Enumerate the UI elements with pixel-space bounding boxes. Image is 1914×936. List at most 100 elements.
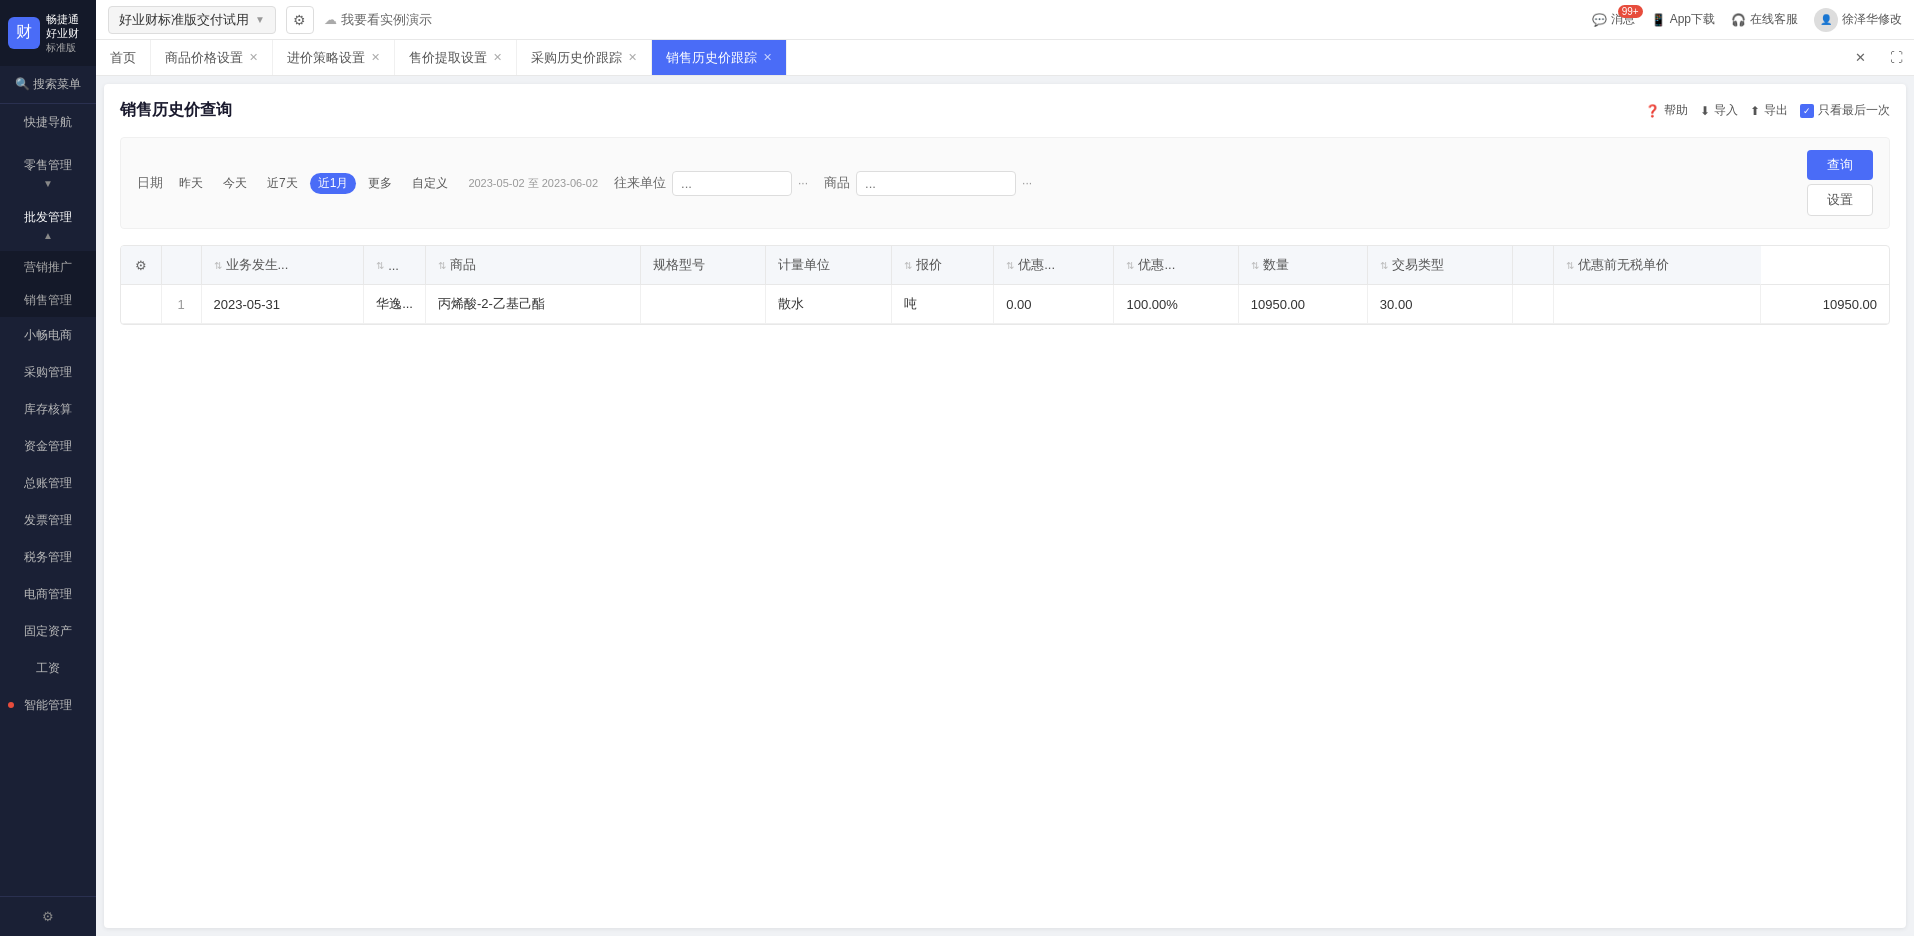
sidebar-item-assets[interactable]: 固定资产 (0, 613, 96, 650)
search-menu[interactable]: 🔍 搜索菜单 (0, 66, 96, 104)
col-pretax-price: ⇅ 优惠前无税单价 (1553, 246, 1761, 285)
app-name: 畅捷通好业财 (46, 12, 88, 41)
cell-quantity: 30.00 (1367, 285, 1512, 324)
sidebar-item-smart[interactable]: 智能管理 (0, 687, 96, 724)
discount-amt-sort-icon[interactable]: ⇅ (1126, 260, 1134, 271)
window-close-button[interactable]: ✕ (1842, 40, 1878, 76)
sidebar: 财 畅捷通好业财 标准版 🔍 搜索菜单 快捷导航 零售管理 ▼ 批发管理 ▲ 营… (0, 0, 96, 936)
import-link[interactable]: ⬇ 导入 (1700, 102, 1738, 119)
wholesale-arrow-icon: ▲ (43, 230, 53, 241)
retail-arrow-icon: ▼ (43, 178, 53, 189)
tab-purchase-strategy[interactable]: 进价策略设置 ✕ (273, 40, 395, 76)
app-logo: 财 畅捷通好业财 标准版 (0, 0, 96, 66)
cell-measure: 吨 (891, 285, 994, 324)
tab-close-purchase-history[interactable]: ✕ (628, 52, 637, 63)
user-profile[interactable]: 👤 徐泽华修改 (1814, 8, 1902, 32)
cell-price: 0.00 (994, 285, 1114, 324)
date-opt-more[interactable]: 更多 (360, 173, 400, 194)
date-opt-last7[interactable]: 近7天 (259, 173, 306, 194)
sidebar-item-wholesale[interactable]: 批发管理 ▲ (0, 199, 96, 251)
version-selector[interactable]: 好业财标准版交付试用 ▼ (108, 6, 276, 34)
date-opt-yesterday[interactable]: 昨天 (171, 173, 211, 194)
username: 徐泽华修改 (1842, 11, 1902, 28)
sort-asc-icon[interactable]: ⇅ (214, 260, 222, 271)
col-spacer (1512, 246, 1553, 285)
date-opt-last1month[interactable]: 近1月 (310, 173, 357, 194)
checkbox-icon: ✓ (1800, 104, 1814, 118)
quantity-sort-icon[interactable]: ⇅ (1251, 260, 1259, 271)
sidebar-subitem-marketing[interactable]: 营销推广 (0, 251, 96, 284)
only-last-checkbox[interactable]: ✓ 只看最后一次 (1800, 102, 1890, 119)
tab-purchase-history[interactable]: 采购历史价跟踪 ✕ (517, 40, 652, 76)
product-sort-icon[interactable]: ⇅ (438, 260, 446, 271)
sidebar-item-ledger[interactable]: 总账管理 (0, 465, 96, 502)
tab-sales-history[interactable]: 销售历史价跟踪 ✕ (652, 40, 787, 76)
col-more-sort-icon[interactable]: ⇅ (376, 260, 384, 271)
cell-trade-type (1512, 285, 1553, 324)
sidebar-item-payroll[interactable]: 工资 (0, 650, 96, 687)
filter-bar: 日期 昨天 今天 近7天 近1月 更多 自定义 2023-05-02 至 202… (120, 137, 1890, 229)
source-unit-input[interactable] (672, 171, 792, 196)
help-icon: ❓ (1645, 104, 1660, 118)
smart-dot-icon (8, 702, 14, 708)
tab-close-price-extract[interactable]: ✕ (493, 52, 502, 63)
app-edition: 标准版 (46, 41, 88, 54)
sidebar-nav: 零售管理 ▼ 批发管理 ▲ 营销推广 销售管理 小畅电商 采购管理 库存核算 资… (0, 141, 96, 730)
filter-settings-button[interactable]: 设置 (1807, 184, 1873, 216)
cell-rownum: 1 (161, 285, 201, 324)
tab-price-extract[interactable]: 售价提取设置 ✕ (395, 40, 517, 76)
tab-close-purchase-strategy[interactable]: ✕ (371, 52, 380, 63)
tabbar: 首页 商品价格设置 ✕ 进价策略设置 ✕ 售价提取设置 ✕ 采购历史价跟踪 ✕ … (96, 40, 1914, 76)
export-icon: ⬆ (1750, 104, 1760, 118)
online-service-button[interactable]: 🎧 在线客服 (1731, 11, 1798, 28)
col-more: ⇅ ... (364, 246, 426, 285)
sidebar-item-ecommerce-small[interactable]: 小畅电商 (0, 317, 96, 354)
filter-actions: 查询 设置 (1807, 150, 1873, 216)
product-more-icon[interactable]: ··· (1022, 176, 1032, 190)
tab-close-product-price[interactable]: ✕ (249, 52, 258, 63)
sidebar-subitem-sales[interactable]: 销售管理 (0, 284, 96, 317)
demo-icon: ☁ (324, 12, 337, 27)
date-filter-group: 日期 昨天 今天 近7天 近1月 更多 自定义 2023-05-02 至 202… (137, 173, 598, 194)
tab-product-price[interactable]: 商品价格设置 ✕ (151, 40, 273, 76)
product-input[interactable] (856, 171, 1016, 196)
sidebar-item-ecommerce[interactable]: 电商管理 (0, 576, 96, 613)
sidebar-item-tax[interactable]: 税务管理 (0, 539, 96, 576)
tab-home[interactable]: 首页 (96, 40, 151, 76)
search-icon: 🔍 (15, 77, 30, 91)
sidebar-item-retail[interactable]: 零售管理 ▼ (0, 147, 96, 199)
col-discount-amt: ⇅ 优惠... (1114, 246, 1238, 285)
date-opt-today[interactable]: 今天 (215, 173, 255, 194)
tab-close-sales-history[interactable]: ✕ (763, 52, 772, 63)
sidebar-item-invoice[interactable]: 发票管理 (0, 502, 96, 539)
sidebar-settings-button[interactable]: ⚙ (0, 896, 96, 936)
messages-button[interactable]: 💬 消息 99+ (1592, 11, 1635, 28)
cell-unit: 散水 (766, 285, 891, 324)
app-download-button[interactable]: 📱 App下载 (1651, 11, 1715, 28)
sidebar-item-finance[interactable]: 资金管理 (0, 428, 96, 465)
date-opt-custom[interactable]: 自定义 (404, 173, 456, 194)
query-button[interactable]: 查询 (1807, 150, 1873, 180)
sidebar-item-inventory[interactable]: 库存核算 (0, 391, 96, 428)
table-header-row: ⚙ ⇅ 业务发生... ⇅ ... (121, 246, 1889, 285)
export-link[interactable]: ⬆ 导出 (1750, 102, 1788, 119)
sidebar-item-purchase[interactable]: 采购管理 (0, 354, 96, 391)
col-trade-type: ⇅ 交易类型 (1367, 246, 1512, 285)
col-settings-icon[interactable]: ⚙ (135, 258, 147, 273)
page-actions: ❓ 帮助 ⬇ 导入 ⬆ 导出 ✓ 只看最后一次 (1645, 102, 1890, 119)
discount-pct-sort-icon[interactable]: ⇅ (1006, 260, 1014, 271)
pretax-price-sort-icon[interactable]: ⇅ (1566, 260, 1574, 271)
trade-type-sort-icon[interactable]: ⇅ (1380, 260, 1388, 271)
import-icon: ⬇ (1700, 104, 1710, 118)
source-unit-more-icon[interactable]: ··· (798, 176, 808, 190)
topbar-settings-button[interactable]: ⚙ (286, 6, 314, 34)
help-link[interactable]: ❓ 帮助 (1645, 102, 1688, 119)
cell-product: 丙烯酸-2-乙基己酯 (425, 285, 640, 324)
message-badge: 99+ (1618, 5, 1643, 18)
demo-button[interactable]: ☁ 我要看实例演示 (324, 11, 432, 29)
date-range-display: 2023-05-02 至 2023-06-02 (468, 176, 598, 191)
price-sort-icon[interactable]: ⇅ (904, 260, 912, 271)
cell-pretax-price: 10950.00 (1761, 285, 1889, 324)
window-maximize-button[interactable]: ⛶ (1878, 40, 1914, 76)
quick-nav[interactable]: 快捷导航 (0, 104, 96, 141)
